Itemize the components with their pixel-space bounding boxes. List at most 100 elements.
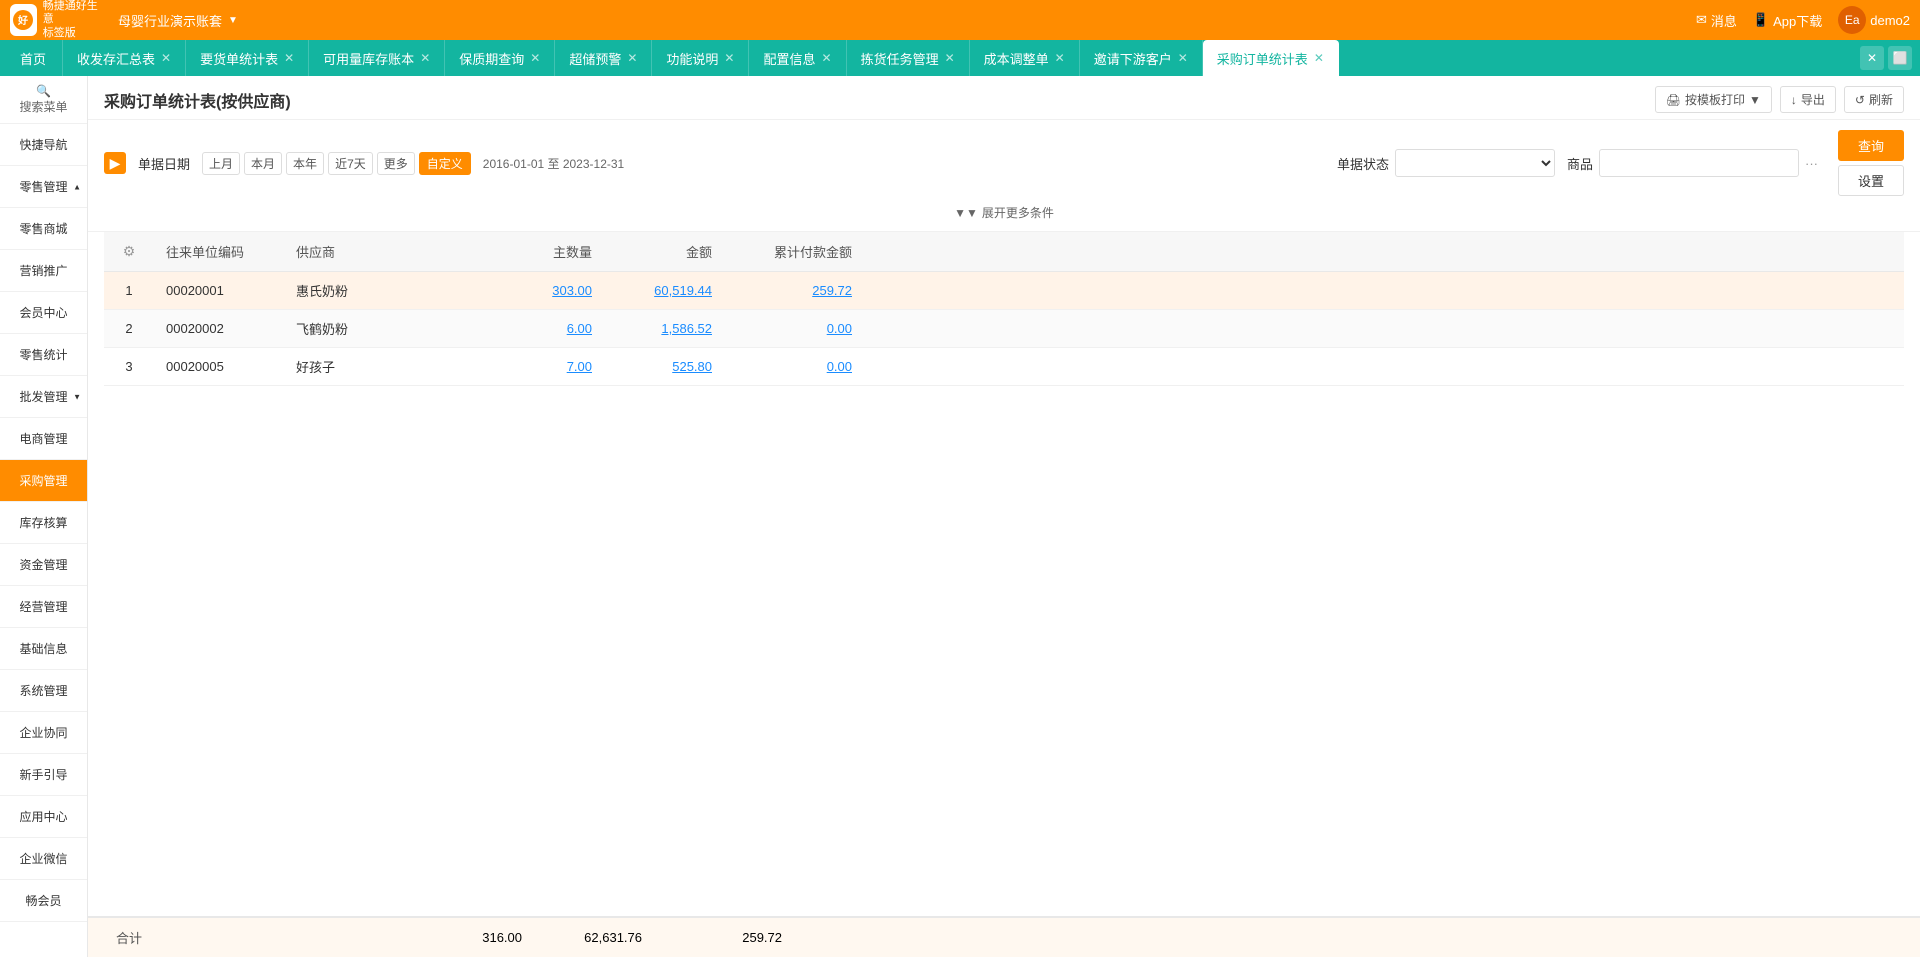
date-shortcut-7days[interactable]: 近7天 xyxy=(328,152,373,175)
tab-function-guide[interactable]: 功能说明 ✕ xyxy=(652,40,749,76)
sidebar-marketing-label: 营销推广 xyxy=(4,262,83,279)
sidebar-item-member2[interactable]: 畅会员 xyxy=(0,880,87,922)
settings-button[interactable]: 设置 xyxy=(1838,165,1904,196)
sidebar-item-system[interactable]: 系统管理 xyxy=(0,670,87,712)
sidebar-item-basic-info[interactable]: 基础信息 xyxy=(0,628,87,670)
qty-link[interactable]: 303.00 xyxy=(552,283,592,298)
app-download-button[interactable]: 📱 App下载 xyxy=(1753,11,1822,30)
tab-invite-downstream-close-icon[interactable]: ✕ xyxy=(1178,51,1188,65)
sidebar-member2-label: 畅会员 xyxy=(4,892,83,909)
sidebar-item-new-guide[interactable]: 新手引导 xyxy=(0,754,87,796)
top-bar-right: ✉ 消息 📱 App下载 Ea demo2 xyxy=(1696,6,1910,34)
tab-available-stock[interactable]: 可用量库存账本 ✕ xyxy=(309,40,445,76)
status-filter-field: 单据状态 xyxy=(1337,149,1555,177)
table-container: ⚙ 往来单位编码 供应商 主数量 金额 累计付款金额 1 00020001 惠氏… xyxy=(88,232,1920,916)
table-row[interactable]: 2 00020002 飞鹤奶粉 6.00 1,586.52 0.00 xyxy=(104,310,1904,348)
tab-purchase-summary-label: 采购订单统计表 xyxy=(1217,49,1308,68)
tab-picking-task[interactable]: 拣货任务管理 ✕ xyxy=(847,40,970,76)
sidebar-item-retail-store[interactable]: 零售商城 xyxy=(0,208,87,250)
sidebar-item-finance[interactable]: 资金管理 xyxy=(0,544,87,586)
messages-button[interactable]: ✉ 消息 xyxy=(1696,11,1737,30)
tab-close-button[interactable]: ✕ xyxy=(1860,46,1884,70)
cell-qty: 6.00 xyxy=(484,310,604,348)
cell-paid: 259.72 xyxy=(724,272,864,310)
tab-function-guide-close-icon[interactable]: ✕ xyxy=(724,51,734,65)
page-header: 采购订单统计表(按供应商) 🖨 按模板打印 ▼ ↓ 导出 ↺ 刷新 xyxy=(88,76,1920,120)
tab-overstock-warning-close-icon[interactable]: ✕ xyxy=(627,51,637,65)
qty-link[interactable]: 6.00 xyxy=(567,321,592,336)
status-filter-select[interactable] xyxy=(1395,149,1555,177)
tab-expiry-query[interactable]: 保质期查询 ✕ xyxy=(445,40,555,76)
sidebar-item-marketing[interactable]: 营销推广 xyxy=(0,250,87,292)
tab-invite-downstream[interactable]: 邀请下游客户 ✕ xyxy=(1080,40,1203,76)
sidebar-new-guide-label: 新手引导 xyxy=(4,766,83,783)
sidebar-item-wechat[interactable]: 企业微信 xyxy=(0,838,87,880)
export-button[interactable]: ↓ 导出 xyxy=(1780,86,1836,113)
tab-requisition-summary[interactable]: 要货单统计表 ✕ xyxy=(186,40,309,76)
tab-config-info[interactable]: 配置信息 ✕ xyxy=(749,40,846,76)
tab-home[interactable]: 首页 xyxy=(4,40,63,76)
paid-link[interactable]: 0.00 xyxy=(827,359,852,374)
user-avatar: Ea xyxy=(1838,6,1866,34)
tab-receive-summary[interactable]: 收发存汇总表 ✕ xyxy=(63,40,186,76)
tab-cost-adjust[interactable]: 成本调整单 ✕ xyxy=(970,40,1080,76)
filter-toggle-button[interactable]: ▶ xyxy=(104,152,126,174)
date-shortcut-this-month[interactable]: 本月 xyxy=(244,152,282,175)
table-header-row: ⚙ 往来单位编码 供应商 主数量 金额 累计付款金额 xyxy=(104,232,1904,272)
print-button[interactable]: 🖨 按模板打印 ▼ xyxy=(1655,86,1772,113)
table-row[interactable]: 3 00020005 好孩子 7.00 525.80 0.00 xyxy=(104,348,1904,386)
sidebar-search[interactable]: 🔍 搜索菜单 xyxy=(0,76,87,124)
cell-code: 00020002 xyxy=(154,310,284,348)
goods-filter-more-icon[interactable]: ··· xyxy=(1805,156,1818,171)
amount-link[interactable]: 1,586.52 xyxy=(661,321,712,336)
tab-purchase-summary[interactable]: 采购订单统计表 ✕ xyxy=(1203,40,1339,76)
status-filter-label: 单据状态 xyxy=(1337,154,1389,173)
messages-label: 消息 xyxy=(1711,11,1737,30)
user-area[interactable]: Ea demo2 xyxy=(1838,6,1910,34)
tab-maximize-button[interactable]: ⬜ xyxy=(1888,46,1912,70)
sidebar-item-wholesale[interactable]: 批发管理 xyxy=(0,376,87,418)
gear-icon[interactable]: ⚙ xyxy=(123,243,136,259)
sidebar-item-shortcut[interactable]: 快捷导航 xyxy=(0,124,87,166)
sidebar-enterprise-label: 企业协同 xyxy=(4,724,83,741)
date-custom-button[interactable]: 自定义 xyxy=(419,152,471,175)
sidebar-item-app-center[interactable]: 应用中心 xyxy=(0,796,87,838)
amount-link[interactable]: 525.80 xyxy=(672,359,712,374)
workspace-selector[interactable]: 母婴行业演示账套 ▼ xyxy=(118,11,238,30)
goods-filter-field: 商品 ··· xyxy=(1567,149,1818,177)
tab-picking-task-close-icon[interactable]: ✕ xyxy=(945,51,955,65)
query-button[interactable]: 查询 xyxy=(1838,130,1904,161)
date-shortcut-more[interactable]: 更多 xyxy=(377,152,415,175)
goods-filter-label: 商品 xyxy=(1567,154,1593,173)
goods-filter-input[interactable] xyxy=(1599,149,1799,177)
sidebar-item-retail[interactable]: 零售管理 xyxy=(0,166,87,208)
sidebar-item-enterprise[interactable]: 企业协同 xyxy=(0,712,87,754)
sidebar-item-member[interactable]: 会员中心 xyxy=(0,292,87,334)
sidebar-item-purchase[interactable]: 采购管理 xyxy=(0,460,87,502)
expand-more-button[interactable]: ▼▼ 展开更多条件 xyxy=(104,204,1904,221)
tab-purchase-summary-close-icon[interactable]: ✕ xyxy=(1314,51,1324,65)
sidebar-item-ecommerce[interactable]: 电商管理 xyxy=(0,418,87,460)
amount-link[interactable]: 60,519.44 xyxy=(654,283,712,298)
paid-link[interactable]: 0.00 xyxy=(827,321,852,336)
tab-cost-adjust-label: 成本调整单 xyxy=(984,49,1049,68)
paid-link[interactable]: 259.72 xyxy=(812,283,852,298)
qty-link[interactable]: 7.00 xyxy=(567,359,592,374)
date-shortcut-this-year[interactable]: 本年 xyxy=(286,152,324,175)
tab-expiry-query-close-icon[interactable]: ✕ xyxy=(530,51,540,65)
table-row[interactable]: 1 00020001 惠氏奶粉 303.00 60,519.44 259.72 xyxy=(104,272,1904,310)
sidebar-item-stock[interactable]: 库存核算 xyxy=(0,502,87,544)
tab-overstock-warning[interactable]: 超储预警 ✕ xyxy=(555,40,652,76)
sidebar-item-operations[interactable]: 经营管理 xyxy=(0,586,87,628)
total-text: 合计 xyxy=(116,931,142,946)
top-bar: 好 畅捷通好生意 标签版 母婴行业演示账套 ▼ ✉ 消息 📱 App下载 Ea … xyxy=(0,0,1920,40)
tab-receive-summary-close-icon[interactable]: ✕ xyxy=(161,51,171,65)
tab-cost-adjust-close-icon[interactable]: ✕ xyxy=(1055,51,1065,65)
tab-config-info-close-icon[interactable]: ✕ xyxy=(822,51,832,65)
refresh-button[interactable]: ↺ 刷新 xyxy=(1844,86,1904,113)
date-shortcut-last-month[interactable]: 上月 xyxy=(202,152,240,175)
sidebar-item-retail-stats[interactable]: 零售统计 xyxy=(0,334,87,376)
tab-requisition-summary-close-icon[interactable]: ✕ xyxy=(284,51,294,65)
tab-available-stock-close-icon[interactable]: ✕ xyxy=(420,51,430,65)
cell-seq: 3 xyxy=(104,348,154,386)
